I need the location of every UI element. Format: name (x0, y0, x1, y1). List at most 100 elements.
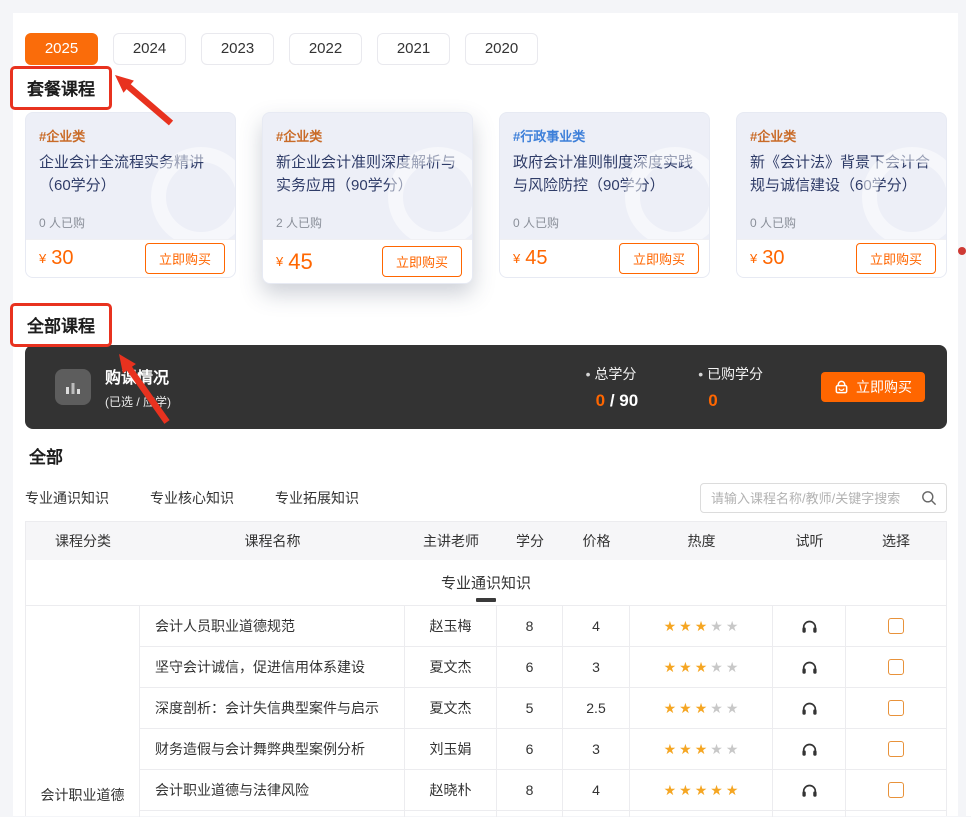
card-tag: #行政事业类 (513, 126, 709, 145)
course-table: 课程分类 课程名称 主讲老师 学分 价格 热度 试听 选择 专业通识知识 会计职… (25, 521, 947, 816)
course-name[interactable]: 深度剖析：会计失信典型案件与启示 (140, 688, 405, 728)
star-filled-icon: ★ (679, 782, 692, 799)
star-empty-icon: ★ (710, 659, 723, 676)
select-checkbox[interactable] (888, 700, 904, 716)
buy-now-button[interactable]: 立即购买 (145, 243, 225, 274)
buy-now-button[interactable]: 立即购买 (619, 243, 699, 274)
star-filled-icon: ★ (679, 618, 692, 635)
search-input[interactable] (711, 491, 921, 506)
star-filled-icon: ★ (664, 659, 677, 676)
course-card[interactable]: #企业类 新《会计法》背景下会计合规与诚信建设（60学分） 0 人已购 ¥ 30… (736, 112, 947, 278)
year-tab-2021[interactable]: 2021 (377, 33, 450, 65)
watermark-ring-icon (625, 147, 710, 247)
column-header: 课程分类 (26, 531, 140, 551)
course-name[interactable]: 会计职业道德与法律风险 (140, 770, 405, 810)
filter-row: 专业通识知识 专业核心知识 专业拓展知识 (25, 483, 947, 513)
table-row-partial (140, 811, 946, 817)
column-header: 课程名称 (140, 531, 405, 551)
card-buyers-count: 0 人已购 (39, 214, 85, 231)
table-header-row: 课程分类 课程名称 主讲老师 学分 价格 热度 试听 选择 (26, 522, 946, 560)
headphone-icon (801, 783, 818, 798)
audition-button[interactable] (801, 701, 818, 716)
year-tab-2024[interactable]: 2024 (113, 33, 186, 65)
star-empty-icon: ★ (710, 618, 723, 635)
card-buyers-count: 0 人已购 (513, 214, 559, 231)
star-empty-icon: ★ (710, 700, 723, 717)
course-name[interactable]: 坚守会计诚信，促进信用体系建设 (140, 647, 405, 687)
course-card[interactable]: #企业类 新企业会计准则深度解析与实务应用（90学分） 2 人已购 ¥ 45 立… (262, 112, 473, 284)
price-value: 4 (563, 770, 630, 810)
tab-general-knowledge[interactable]: 专业通识知识 (25, 488, 109, 508)
package-courses-label: 套餐课程 (10, 66, 112, 110)
star-empty-icon: ★ (726, 659, 739, 676)
audition-button[interactable] (801, 619, 818, 634)
watermark-ring-icon (151, 147, 236, 247)
audition-button[interactable] (801, 660, 818, 675)
card-price: 30 (51, 247, 73, 270)
credits-value: 5 (497, 688, 563, 728)
column-header: 主讲老师 (405, 531, 497, 551)
notification-dot (958, 247, 966, 255)
star-filled-icon: ★ (710, 782, 723, 799)
buy-now-button[interactable]: 立即购买 (821, 372, 925, 402)
buy-now-button[interactable]: 立即购买 (382, 246, 462, 277)
rating-stars: ★★★★★ (630, 647, 773, 687)
select-checkbox[interactable] (888, 659, 904, 675)
star-filled-icon: ★ (664, 700, 677, 717)
headphone-icon (801, 660, 818, 675)
credits-value: 6 (497, 647, 563, 687)
price-value: 3 (563, 729, 630, 769)
audition-button[interactable] (801, 742, 818, 757)
select-checkbox[interactable] (888, 618, 904, 634)
star-empty-icon: ★ (726, 700, 739, 717)
credits-value: 8 (497, 606, 563, 646)
year-tab-2020[interactable]: 2020 (465, 33, 538, 65)
headphone-icon (801, 619, 818, 634)
credits-value: 8 (497, 770, 563, 810)
table-row: 会计职业道德与法律风险 赵晓朴 8 4 ★★★★★ (140, 770, 946, 811)
star-filled-icon: ★ (726, 782, 739, 799)
year-tab-2023[interactable]: 2023 (201, 33, 274, 65)
purchased-credits-value: 0 (698, 391, 763, 411)
card-price: 45 (525, 247, 547, 270)
course-name[interactable]: 会计人员职业道德规范 (140, 606, 405, 646)
year-tab-2025[interactable]: 2025 (25, 33, 98, 65)
star-filled-icon: ★ (695, 741, 708, 758)
star-filled-icon: ★ (695, 700, 708, 717)
price-value: 4 (563, 606, 630, 646)
star-filled-icon: ★ (664, 741, 677, 758)
course-card[interactable]: #企业类 企业会计全流程实务精讲（60学分） 0 人已购 ¥ 30 立即购买 (25, 112, 236, 278)
card-price: 30 (762, 247, 784, 270)
rating-stars: ★★★★★ (630, 688, 773, 728)
tab-core-knowledge[interactable]: 专业核心知识 (150, 488, 234, 508)
star-filled-icon: ★ (695, 782, 708, 799)
teacher-name: 赵晓朴 (405, 770, 497, 810)
headphone-icon (801, 742, 818, 757)
year-tab-bar: 2025 2024 2023 2022 2021 2020 (25, 33, 538, 65)
star-filled-icon: ★ (695, 659, 708, 676)
card-tag: #企业类 (276, 126, 472, 145)
category-cell: 会计职业道德 (26, 606, 140, 817)
audition-button[interactable] (801, 783, 818, 798)
search-icon[interactable] (921, 490, 937, 506)
column-header: 选择 (846, 531, 946, 551)
price-value: 2.5 (563, 688, 630, 728)
tab-extended-knowledge[interactable]: 专业拓展知识 (275, 488, 359, 508)
rating-stars: ★★★★★ (630, 770, 773, 810)
select-checkbox[interactable] (888, 741, 904, 757)
teacher-name: 赵玉梅 (405, 606, 497, 646)
buy-now-button[interactable]: 立即购买 (856, 243, 936, 274)
teacher-name: 夏文杰 (405, 688, 497, 728)
card-buyers-count: 0 人已购 (750, 214, 796, 231)
total-credits-label: 总学分 (586, 364, 639, 384)
table-row: 财务造假与会计舞弊典型案例分析 刘玉娟 6 3 ★★★★★ (140, 729, 946, 770)
course-card[interactable]: #行政事业类 政府会计准则制度深度实践与风险防控（90学分） 0 人已购 ¥ 4… (499, 112, 710, 278)
all-courses-label: 全部课程 (10, 303, 112, 347)
watermark-ring-icon (388, 147, 473, 247)
select-checkbox[interactable] (888, 782, 904, 798)
card-buyers-count: 2 人已购 (276, 214, 322, 231)
group-title: 专业通识知识 (26, 560, 946, 606)
year-tab-2022[interactable]: 2022 (289, 33, 362, 65)
column-header: 学分 (497, 531, 563, 551)
course-name[interactable]: 财务造假与会计舞弊典型案例分析 (140, 729, 405, 769)
